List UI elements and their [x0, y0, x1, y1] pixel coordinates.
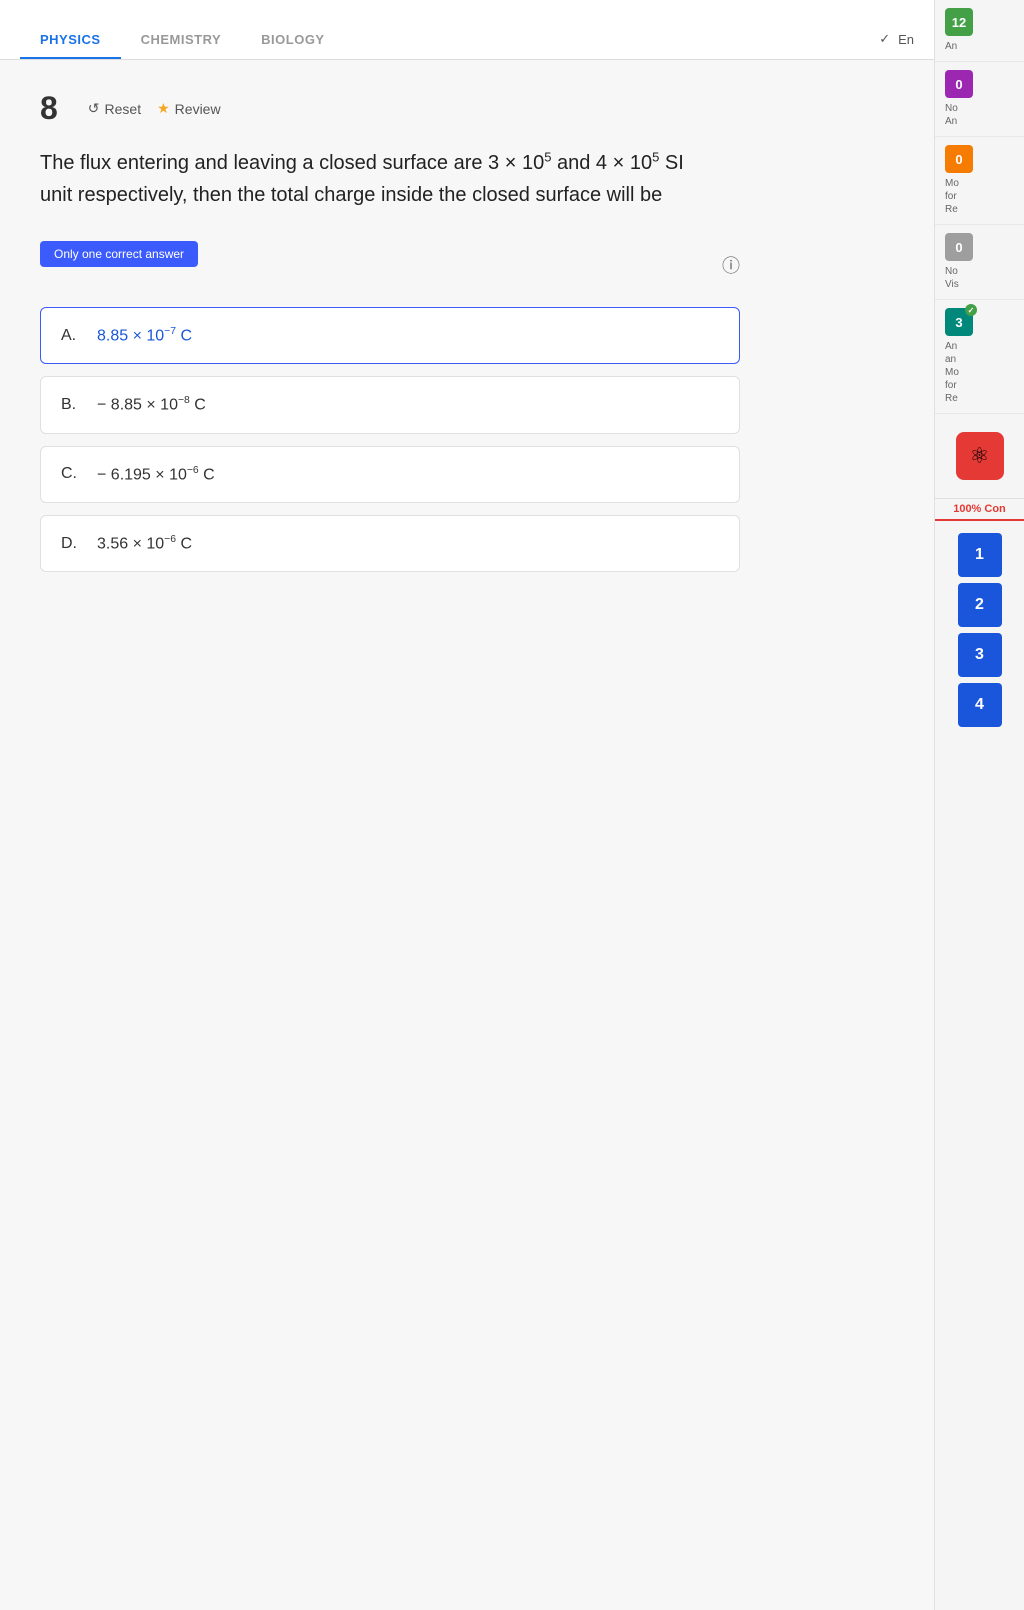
option-a-text: 8.85 × 10−7 C [97, 326, 192, 345]
tab-chemistry[interactable]: CHEMISTRY [121, 16, 242, 59]
language-label[interactable]: En [898, 32, 914, 47]
answered-review-label: AnanMoforRe [945, 340, 959, 405]
reset-button[interactable]: ↺ Reset [88, 100, 141, 117]
right-item-answered-review: 3 ✓ AnanMoforRe [935, 300, 1024, 414]
nav-btn-4[interactable]: 4 [958, 683, 1002, 727]
nav-btn-1[interactable]: 1 [958, 533, 1002, 577]
right-panel: 12 An 0 NoAn 0 MoforRe 0 NoVis 3 ✓ AnanM… [934, 0, 1024, 1610]
question-number: 8 [40, 90, 58, 127]
answer-type-badge: Only one correct answer [40, 241, 198, 267]
right-item-not-visited: 0 NoVis [935, 225, 1024, 300]
right-item-not-answered: 0 NoAn [935, 62, 1024, 137]
option-b[interactable]: B. − 8.85 × 10−8 C [40, 376, 740, 433]
not-answered-badge: 0 [945, 70, 973, 98]
percent-complete-label: 100% Con [935, 499, 1024, 521]
answered-review-badge: 3 ✓ [945, 308, 973, 336]
star-icon: ★ [157, 100, 170, 117]
question-area: 8 ↺ Reset ★ Review The flux entering and… [0, 60, 934, 1610]
review-button[interactable]: ★ Review [157, 100, 220, 117]
option-c-text: − 6.195 × 10−6 C [97, 465, 215, 484]
check-overlay: ✓ [965, 304, 977, 316]
option-d-text: 3.56 × 10−6 C [97, 534, 192, 553]
header-right-area: ✓ En [879, 31, 914, 59]
nav-btn-3[interactable]: 3 [958, 633, 1002, 677]
option-b-label: B. [61, 396, 81, 414]
option-b-text: − 8.85 × 10−8 C [97, 395, 206, 414]
options-list: A. 8.85 × 10−7 C B. − 8.85 × 10−8 C C. −… [40, 307, 740, 572]
option-a[interactable]: A. 8.85 × 10−7 C [40, 307, 740, 364]
right-item-marked: 0 MoforRe [935, 137, 1024, 225]
tab-physics[interactable]: PHYSICS [20, 16, 121, 59]
not-answered-label: NoAn [945, 102, 958, 128]
check-icon: ✓ [879, 31, 890, 47]
reset-icon: ↺ [88, 100, 100, 117]
right-item-answered: 12 An [935, 0, 1024, 62]
tab-biology[interactable]: BIOLOGY [241, 16, 344, 59]
option-d[interactable]: D. 3.56 × 10−6 C [40, 515, 740, 572]
tab-bar: PHYSICS CHEMISTRY BIOLOGY ✓ En [0, 0, 934, 60]
question-nav-buttons: 1 2 3 4 [935, 527, 1024, 733]
answered-label: An [945, 40, 957, 53]
option-a-label: A. [61, 327, 81, 345]
marked-label: MoforRe [945, 177, 959, 216]
main-container: PHYSICS CHEMISTRY BIOLOGY ✓ En 8 ↺ Reset [0, 0, 1024, 1610]
not-visited-label: NoVis [945, 265, 959, 291]
not-visited-badge: 0 [945, 233, 973, 261]
option-c[interactable]: C. − 6.195 × 10−6 C [40, 446, 740, 503]
question-header: 8 ↺ Reset ★ Review [40, 90, 894, 127]
marked-badge: 0 [945, 145, 973, 173]
answered-badge: 12 [945, 8, 973, 36]
nav-btn-2[interactable]: 2 [958, 583, 1002, 627]
atom-icon: ⚛ [970, 443, 990, 469]
option-c-label: C. [61, 465, 81, 483]
left-panel: PHYSICS CHEMISTRY BIOLOGY ✓ En 8 ↺ Reset [0, 0, 934, 1610]
option-d-label: D. [61, 535, 81, 553]
question-text: The flux entering and leaving a closed s… [40, 147, 720, 211]
atom-button[interactable]: ⚛ [956, 432, 1004, 480]
info-icon[interactable]: ⓘ [722, 252, 740, 278]
